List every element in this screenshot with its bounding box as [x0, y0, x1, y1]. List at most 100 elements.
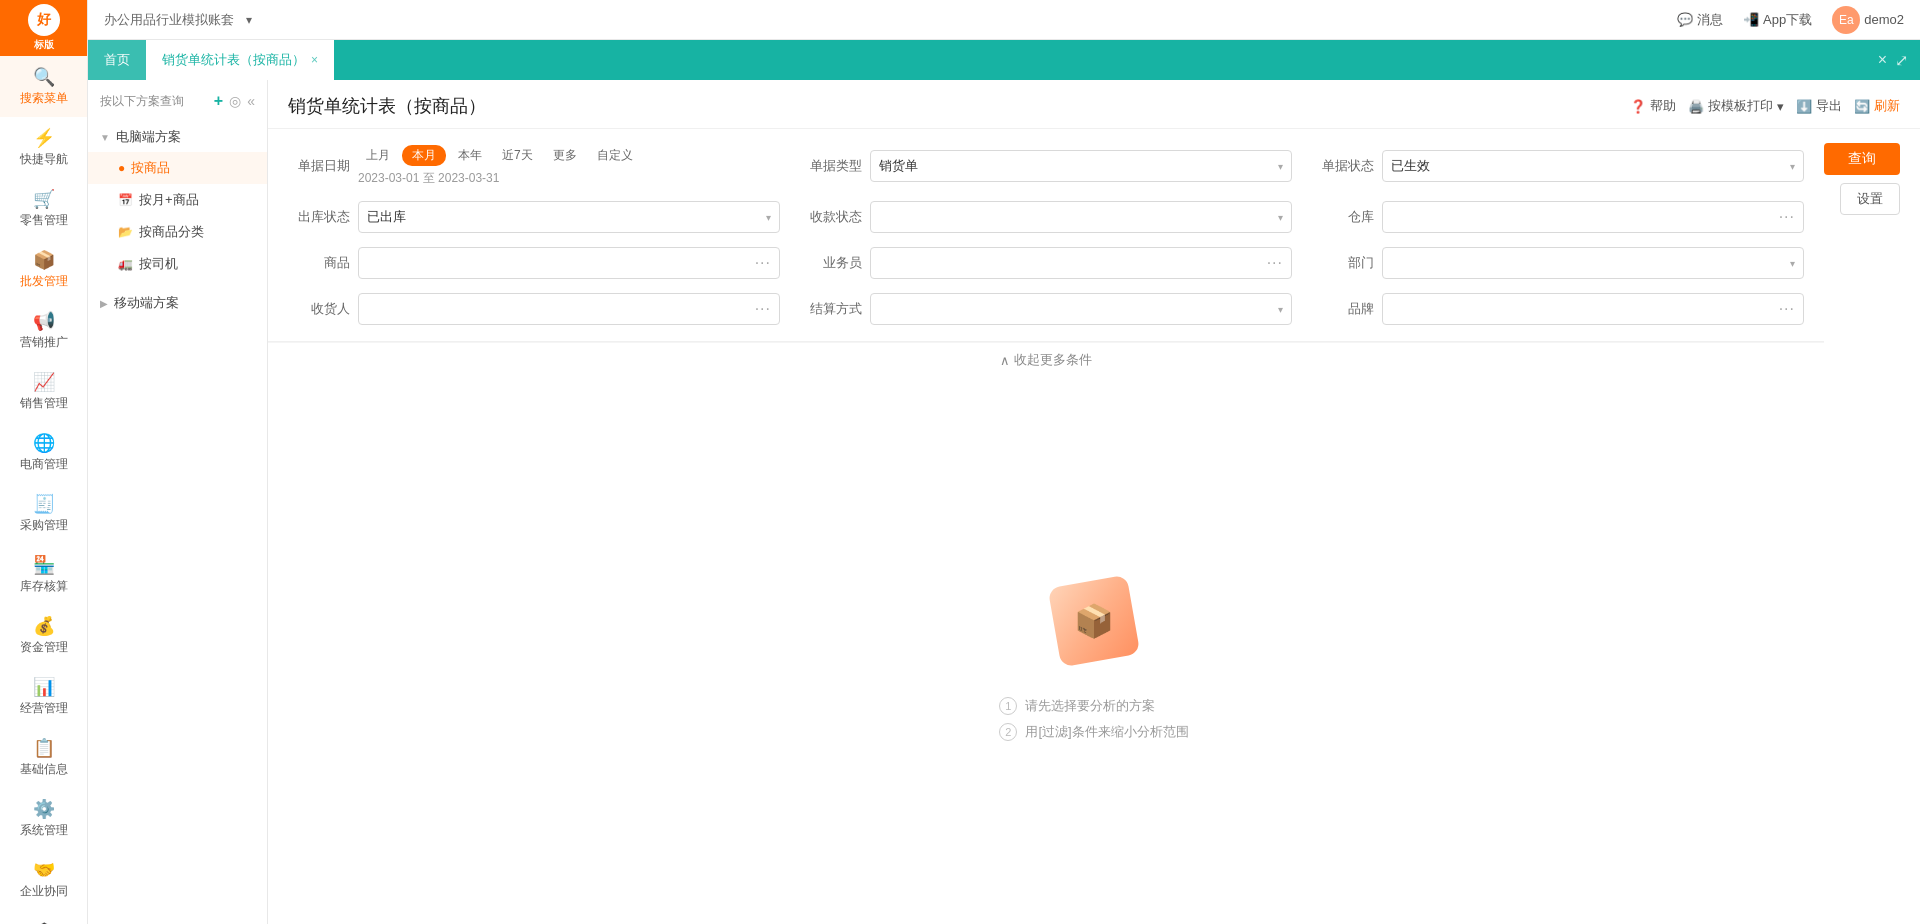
sidebar-item-search-label: 搜索菜单 — [20, 90, 68, 107]
tab-minimize-btn[interactable]: × — [1878, 51, 1887, 69]
department-select[interactable]: ▾ — [1382, 247, 1804, 279]
message-label: 消息 — [1697, 11, 1723, 29]
sidebar-item-ecommerce[interactable]: 🌐 电商管理 — [0, 422, 88, 483]
sidebar-item-finance[interactable]: 💰 资金管理 — [0, 605, 88, 666]
sidebar-item-quick-nav-label: 快捷导航 — [20, 151, 68, 168]
filter-settings-btn[interactable]: ◎ — [229, 93, 241, 109]
sidebar-item-wholesale[interactable]: 📦 批发管理 — [0, 239, 88, 300]
sidebar-item-sales-label: 销售管理 — [20, 395, 68, 412]
topbar: 办公用品行业模拟账套 ▾ 💬 消息 📲 App下载 Ea demo2 — [88, 0, 1920, 40]
main-area: 办公用品行业模拟账套 ▾ 💬 消息 📲 App下载 Ea demo2 首页 — [88, 0, 1920, 924]
sales-icon: 📈 — [33, 371, 55, 393]
sidebar-item-guide[interactable]: 🎓 新手引导 — [0, 910, 88, 924]
operations-icon: 📊 — [33, 676, 55, 698]
tab-close-icon[interactable]: × — [311, 53, 318, 67]
form-row-4: 收货人 ··· 结算方式 ▾ — [288, 293, 1804, 325]
quick-nav-icon: ⚡ — [33, 127, 55, 149]
query-button[interactable]: 查询 — [1824, 143, 1900, 175]
empty-state: 📦 1 请先选择要分析的方案 2 用[过滤]条件来缩小分析范围 — [268, 377, 1920, 924]
doc-status-select[interactable]: 已生效 ▾ — [1382, 150, 1804, 182]
doc-status-arrow: ▾ — [1790, 161, 1795, 172]
goods-input[interactable]: ··· — [358, 247, 780, 279]
print-btn[interactable]: 🖨️ 按模板打印 ▾ — [1688, 97, 1784, 115]
by-category-icon: 📂 — [118, 225, 133, 239]
wholesale-icon: 📦 — [33, 249, 55, 271]
sidebar-item-purchase[interactable]: 🧾 采购管理 — [0, 483, 88, 544]
sidebar-item-inventory[interactable]: 🏪 库存核算 — [0, 544, 88, 605]
user-menu[interactable]: Ea demo2 — [1832, 6, 1904, 34]
filter-collapse-btn[interactable]: « — [247, 93, 255, 109]
field-doc-date: 单据日期 上月 本月 本年 近7天 更多 自定义 — [288, 145, 780, 187]
brand-input[interactable]: ··· — [1382, 293, 1804, 325]
field-warehouse: 仓库 ··· — [1312, 201, 1804, 233]
help-label: 帮助 — [1650, 97, 1676, 115]
refresh-icon: 🔄 — [1854, 99, 1870, 114]
collapse-label: 收起更多条件 — [1014, 351, 1092, 369]
filter-add-btn[interactable]: + — [214, 92, 223, 110]
date-tab-more[interactable]: 更多 — [545, 145, 585, 166]
filter-item-by-category[interactable]: 📂 按商品分类 — [88, 216, 267, 248]
export-btn[interactable]: ⬇️ 导出 — [1796, 97, 1842, 115]
doc-type-select[interactable]: 销货单 ▾ — [870, 150, 1292, 182]
sidebar-item-basic[interactable]: 📋 基础信息 — [0, 727, 88, 788]
tab-maximize-btn[interactable]: ⤢ — [1895, 51, 1908, 70]
receiver-label: 收货人 — [288, 300, 358, 318]
by-warehouse-icon: 🚛 — [118, 257, 133, 271]
empty-hint-2-text: 用[过滤]条件来缩小分析范围 — [1025, 723, 1188, 741]
tab-active-label: 销货单统计表（按商品） — [162, 51, 305, 69]
receiver-input[interactable]: ··· — [358, 293, 780, 325]
print-icon: 🖨️ — [1688, 99, 1704, 114]
out-status-select[interactable]: 已出库 ▾ — [358, 201, 780, 233]
search-icon: 🔍 — [33, 66, 55, 88]
sidebar-item-enterprise[interactable]: 🤝 企业协同 — [0, 849, 88, 910]
out-status-arrow: ▾ — [766, 212, 771, 223]
sidebar-item-retail[interactable]: 🛒 零售管理 — [0, 178, 88, 239]
filter-panel-header: 按以下方案查询 + ◎ « — [88, 80, 267, 118]
date-tab-this-year[interactable]: 本年 — [450, 145, 490, 166]
refresh-btn[interactable]: 🔄 刷新 — [1854, 97, 1900, 115]
hint-num-1: 1 — [999, 697, 1017, 715]
warehouse-dots: ··· — [1779, 208, 1795, 226]
message-btn[interactable]: 💬 消息 — [1677, 11, 1723, 29]
filter-item-by-warehouse[interactable]: 🚛 按司机 — [88, 248, 267, 280]
field-doc-status: 单据状态 已生效 ▾ — [1312, 150, 1804, 182]
industry-dropdown[interactable]: ▾ — [246, 13, 252, 27]
date-tab-7days[interactable]: 近7天 — [494, 145, 541, 166]
sidebar-item-marketing[interactable]: 📢 营销推广 — [0, 300, 88, 361]
field-out-status: 出库状态 已出库 ▾ — [288, 201, 780, 233]
tab-active[interactable]: 销货单统计表（按商品） × — [146, 40, 334, 80]
brand-dots: ··· — [1779, 300, 1795, 318]
tab-home[interactable]: 首页 — [88, 40, 146, 80]
empty-hints: 1 请先选择要分析的方案 2 用[过滤]条件来缩小分析范围 — [999, 697, 1188, 741]
collapse-arrow-icon: ∧ — [1000, 353, 1010, 368]
collection-select[interactable]: ▾ — [870, 201, 1292, 233]
ecommerce-icon: 🌐 — [33, 432, 55, 454]
filter-item-by-product[interactable]: ● 按商品 — [88, 152, 267, 184]
inventory-icon: 🏪 — [33, 554, 55, 576]
app-download-btn[interactable]: 📲 App下载 — [1743, 11, 1812, 29]
hint-num-2: 2 — [999, 723, 1017, 741]
salesperson-input[interactable]: ··· — [870, 247, 1292, 279]
date-tabs: 上月 本月 本年 近7天 更多 自定义 — [358, 145, 780, 166]
sidebar-item-quick-nav[interactable]: ⚡ 快捷导航 — [0, 117, 88, 178]
filter-section-desktop-header[interactable]: ▼ 电脑端方案 — [88, 122, 267, 152]
enterprise-icon: 🤝 — [33, 859, 55, 881]
sidebar-item-operations[interactable]: 📊 经营管理 — [0, 666, 88, 727]
username-label: demo2 — [1864, 12, 1904, 27]
sidebar-item-sales[interactable]: 📈 销售管理 — [0, 361, 88, 422]
date-tab-this-month[interactable]: 本月 — [402, 145, 446, 166]
collapse-row[interactable]: ∧ 收起更多条件 — [268, 342, 1824, 377]
by-month-product-label: 按月+商品 — [139, 191, 199, 209]
payment-select[interactable]: ▾ — [870, 293, 1292, 325]
date-tab-custom[interactable]: 自定义 — [589, 145, 641, 166]
sidebar-item-system[interactable]: ⚙️ 系统管理 — [0, 788, 88, 849]
date-tab-last-month[interactable]: 上月 — [358, 145, 398, 166]
warehouse-input[interactable]: ··· — [1382, 201, 1804, 233]
form-row-2: 出库状态 已出库 ▾ 收款状态 — [288, 201, 1804, 233]
sidebar-item-search[interactable]: 🔍 搜索菜单 — [0, 56, 88, 117]
filter-item-by-month-product[interactable]: 📅 按月+商品 — [88, 184, 267, 216]
help-btn[interactable]: ❓ 帮助 — [1630, 97, 1676, 115]
filter-section-mobile-header[interactable]: ▶ 移动端方案 — [88, 288, 267, 318]
sidebar-item-ecommerce-label: 电商管理 — [20, 456, 68, 473]
setting-button[interactable]: 设置 — [1840, 183, 1900, 215]
